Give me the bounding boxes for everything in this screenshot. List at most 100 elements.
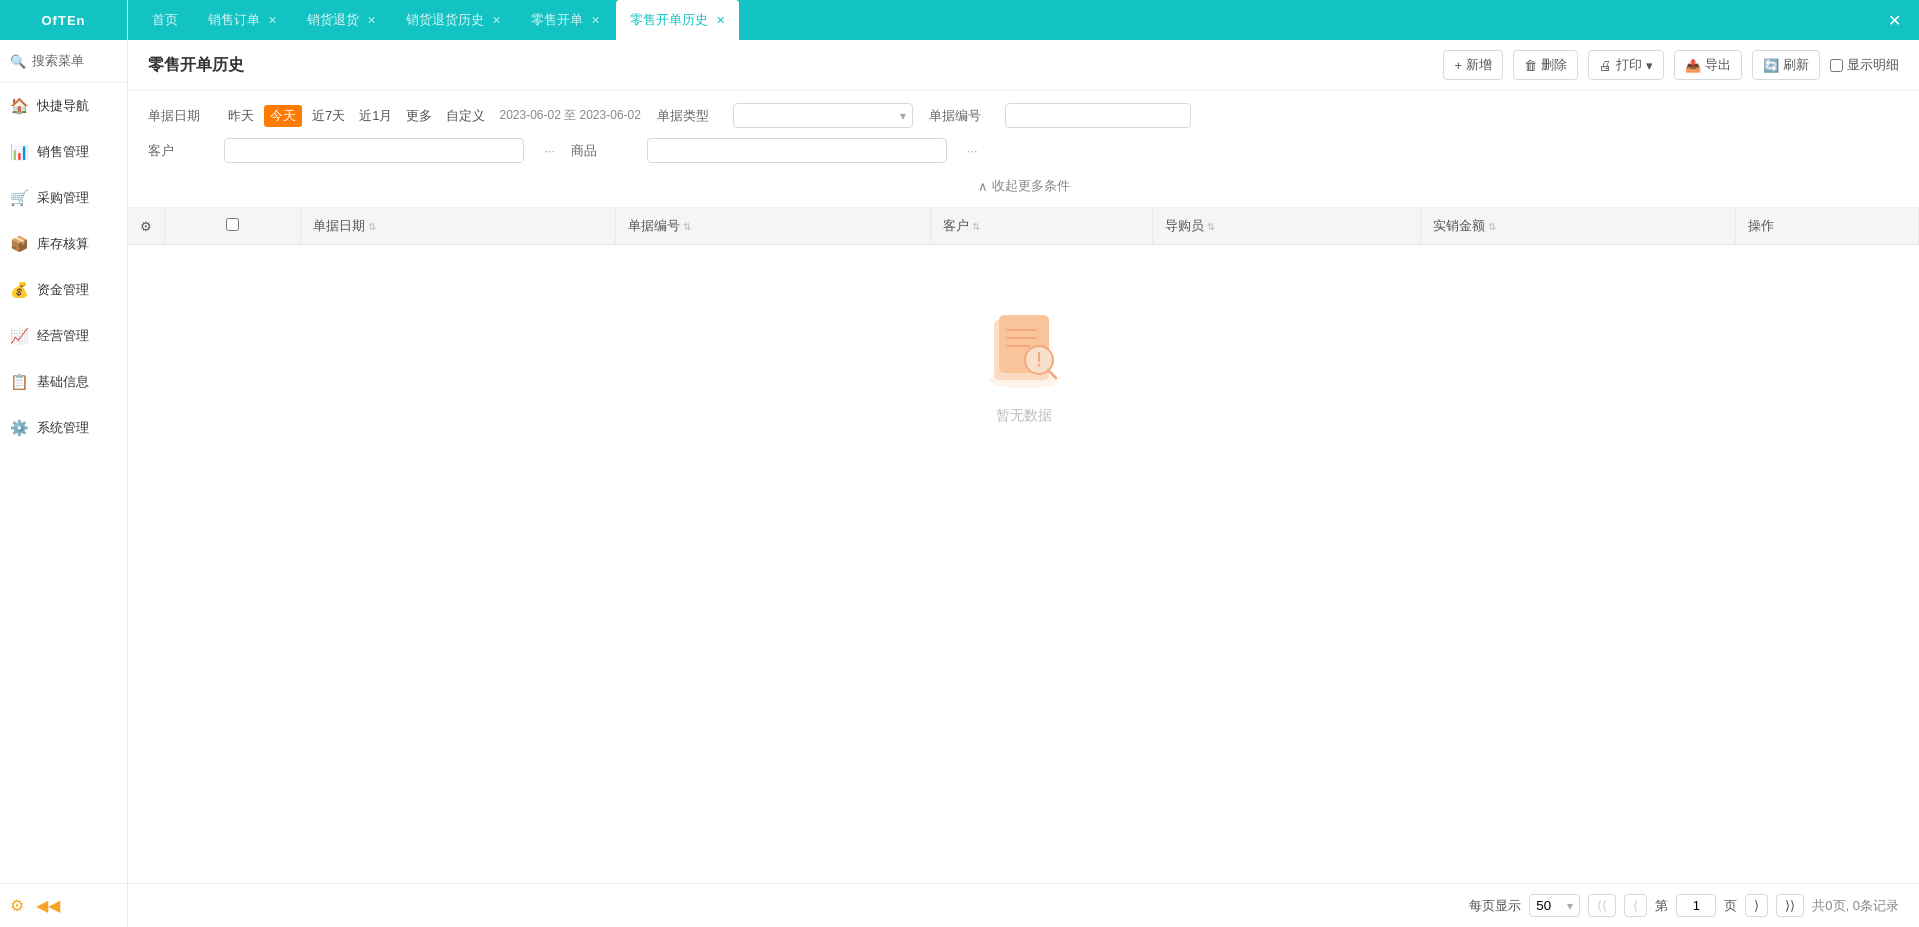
svg-point-8 xyxy=(1037,364,1040,367)
sort-salesperson-icon: ⇅ xyxy=(1207,221,1215,232)
tab-home-label: 首页 xyxy=(152,11,178,29)
top-nav: 首页 销售订单 ✕ 销货退货 ✕ 销货退货历史 ✕ 零售开单 ✕ 零售开单历史 … xyxy=(128,0,1919,40)
delete-label: 删除 xyxy=(1541,56,1567,74)
date-range-display: 2023-06-02 至 2023-06-02 xyxy=(499,107,640,124)
page-number-input[interactable] xyxy=(1676,894,1716,917)
sidebar-item-basic-info[interactable]: 📋 基础信息 xyxy=(0,359,127,405)
per-page-label: 每页显示 xyxy=(1469,897,1521,915)
window-close-button[interactable]: ✕ xyxy=(1880,11,1909,30)
tab-retail-history[interactable]: 零售开单历史 ✕ xyxy=(616,0,739,40)
date-opt-custom[interactable]: 自定义 xyxy=(442,105,489,127)
print-dropdown-icon: ▾ xyxy=(1646,58,1653,73)
date-opt-yesterday[interactable]: 昨天 xyxy=(224,105,258,127)
date-opt-1month[interactable]: 近1月 xyxy=(355,105,396,127)
col-gear[interactable]: ⚙ xyxy=(128,208,165,245)
sidebar-item-label: 采购管理 xyxy=(37,189,89,207)
sidebar-item-quick-nav[interactable]: 🏠 快捷导航 xyxy=(0,83,127,129)
page-title: 零售开单历史 xyxy=(148,55,244,76)
export-button[interactable]: 📤 导出 xyxy=(1674,50,1742,80)
date-opt-today[interactable]: 今天 xyxy=(264,105,302,127)
collapse-bar[interactable]: ∧ 收起更多条件 xyxy=(148,173,1899,195)
per-page-select[interactable]: 10 20 50 100 xyxy=(1529,894,1580,917)
add-label: 新增 xyxy=(1466,56,1492,74)
sidebar-item-label: 库存核算 xyxy=(37,235,89,253)
sidebar-item-system[interactable]: ⚙️ 系统管理 xyxy=(0,405,127,451)
filter-area: 单据日期 昨天 今天 近7天 近1月 更多 自定义 2023-06-02 至 2… xyxy=(128,91,1919,208)
customer-input[interactable] xyxy=(224,138,524,163)
doc-type-label: 单据类型 xyxy=(657,107,717,125)
sidebar: OfTEn 🔍 搜索菜单 🏠 快捷导航 📊 销售管理 🛒 采购管理 📦 库存核算… xyxy=(0,0,128,927)
tab-retail-open[interactable]: 零售开单 ✕ xyxy=(517,0,614,40)
customer-more-icon[interactable]: ··· xyxy=(544,143,555,158)
collapse-sidebar-icon[interactable]: ◀◀ xyxy=(36,896,60,915)
tab-retail-open-label: 零售开单 xyxy=(531,11,583,29)
date-options: 昨天 今天 近7天 近1月 更多 自定义 2023-06-02 至 2023-0… xyxy=(224,105,641,127)
sidebar-item-finance[interactable]: 💰 资金管理 xyxy=(0,267,127,313)
sidebar-item-inventory[interactable]: 📦 库存核算 xyxy=(0,221,127,267)
money-icon: 💰 xyxy=(10,281,29,299)
tab-sales-order-label: 销售订单 xyxy=(208,11,260,29)
refresh-button[interactable]: 🔄 刷新 xyxy=(1752,50,1820,80)
print-label: 打印 xyxy=(1616,56,1642,74)
prev-page-button[interactable]: ⟨ xyxy=(1624,894,1647,917)
empty-text: 暂无数据 xyxy=(996,407,1052,425)
tab-home[interactable]: 首页 xyxy=(138,0,192,40)
tab-sales-order[interactable]: 销售订单 ✕ xyxy=(194,0,291,40)
tab-sales-return-history-label: 销货退货历史 xyxy=(406,11,484,29)
operations-icon: 📈 xyxy=(10,327,29,345)
sidebar-item-operations[interactable]: 📈 经营管理 xyxy=(0,313,127,359)
delete-icon: 🗑 xyxy=(1524,58,1537,73)
select-all-checkbox[interactable] xyxy=(226,218,239,231)
search-icon: 🔍 xyxy=(10,54,26,69)
table-head: ⚙ 单据日期 ⇅ 单据编号 xyxy=(128,208,1919,245)
print-button[interactable]: 🖨 打印 ▾ xyxy=(1588,50,1664,80)
per-page-select-wrapper: 10 20 50 100 xyxy=(1529,894,1580,917)
sidebar-item-label: 基础信息 xyxy=(37,373,89,391)
add-button[interactable]: + 新增 xyxy=(1443,50,1503,80)
app-title: OfTEn xyxy=(42,13,86,28)
show-detail-toggle[interactable]: 显示明细 xyxy=(1830,56,1899,74)
gear-icon: ⚙️ xyxy=(10,419,29,437)
last-page-button[interactable]: ⟩⟩ xyxy=(1776,894,1804,917)
table-container: ⚙ 单据日期 ⇅ 单据编号 xyxy=(128,208,1919,883)
doc-no-input[interactable] xyxy=(1005,103,1191,128)
sidebar-item-purchase-mgmt[interactable]: 🛒 采购管理 xyxy=(0,175,127,221)
page-header: 零售开单历史 + 新增 🗑 删除 🖨 打印 ▾ 📤 导出 xyxy=(128,40,1919,91)
show-detail-checkbox[interactable] xyxy=(1830,59,1843,72)
date-opt-more[interactable]: 更多 xyxy=(402,105,436,127)
col-checkbox xyxy=(165,208,301,245)
first-page-button[interactable]: ⟨⟨ xyxy=(1588,894,1616,917)
tab-sales-order-close[interactable]: ✕ xyxy=(268,14,277,27)
show-detail-label: 显示明细 xyxy=(1847,56,1899,74)
tab-sales-return-history[interactable]: 销货退货历史 ✕ xyxy=(392,0,515,40)
product-more-icon[interactable]: ··· xyxy=(967,143,978,158)
col-amount[interactable]: 实销金额 ⇅ xyxy=(1421,208,1736,245)
col-doc-no[interactable]: 单据编号 ⇅ xyxy=(616,208,931,245)
collapse-icon: ∧ xyxy=(978,179,988,194)
product-input[interactable] xyxy=(647,138,947,163)
date-opt-7days[interactable]: 近7天 xyxy=(308,105,349,127)
col-action: 操作 xyxy=(1736,208,1919,245)
tab-sales-return-history-close[interactable]: ✕ xyxy=(492,14,501,27)
logo: OfTEn xyxy=(0,0,127,40)
sidebar-item-sales-mgmt[interactable]: 📊 销售管理 xyxy=(0,129,127,175)
delete-button[interactable]: 🗑 删除 xyxy=(1513,50,1578,80)
empty-icon xyxy=(974,305,1074,395)
settings-icon[interactable]: ⚙ xyxy=(10,896,24,915)
doc-type-select[interactable] xyxy=(733,103,913,128)
tab-sales-return-close[interactable]: ✕ xyxy=(367,14,376,27)
col-date[interactable]: 单据日期 ⇅ xyxy=(301,208,616,245)
tab-retail-history-label: 零售开单历史 xyxy=(630,11,708,29)
tab-sales-return[interactable]: 销货退货 ✕ xyxy=(293,0,390,40)
content-area: 零售开单历史 + 新增 🗑 删除 🖨 打印 ▾ 📤 导出 xyxy=(128,40,1919,927)
next-page-button[interactable]: ⟩ xyxy=(1745,894,1768,917)
sort-docno-icon: ⇅ xyxy=(683,221,691,232)
tab-retail-open-close[interactable]: ✕ xyxy=(591,14,600,27)
doc-no-label: 单据编号 xyxy=(929,107,989,125)
col-customer[interactable]: 客户 ⇅ xyxy=(931,208,1153,245)
col-salesperson[interactable]: 导购员 ⇅ xyxy=(1152,208,1420,245)
tab-retail-history-close[interactable]: ✕ xyxy=(716,14,725,27)
doc-type-select-wrapper xyxy=(733,103,913,128)
sidebar-search[interactable]: 🔍 搜索菜单 xyxy=(0,40,127,83)
export-label: 导出 xyxy=(1705,56,1731,74)
